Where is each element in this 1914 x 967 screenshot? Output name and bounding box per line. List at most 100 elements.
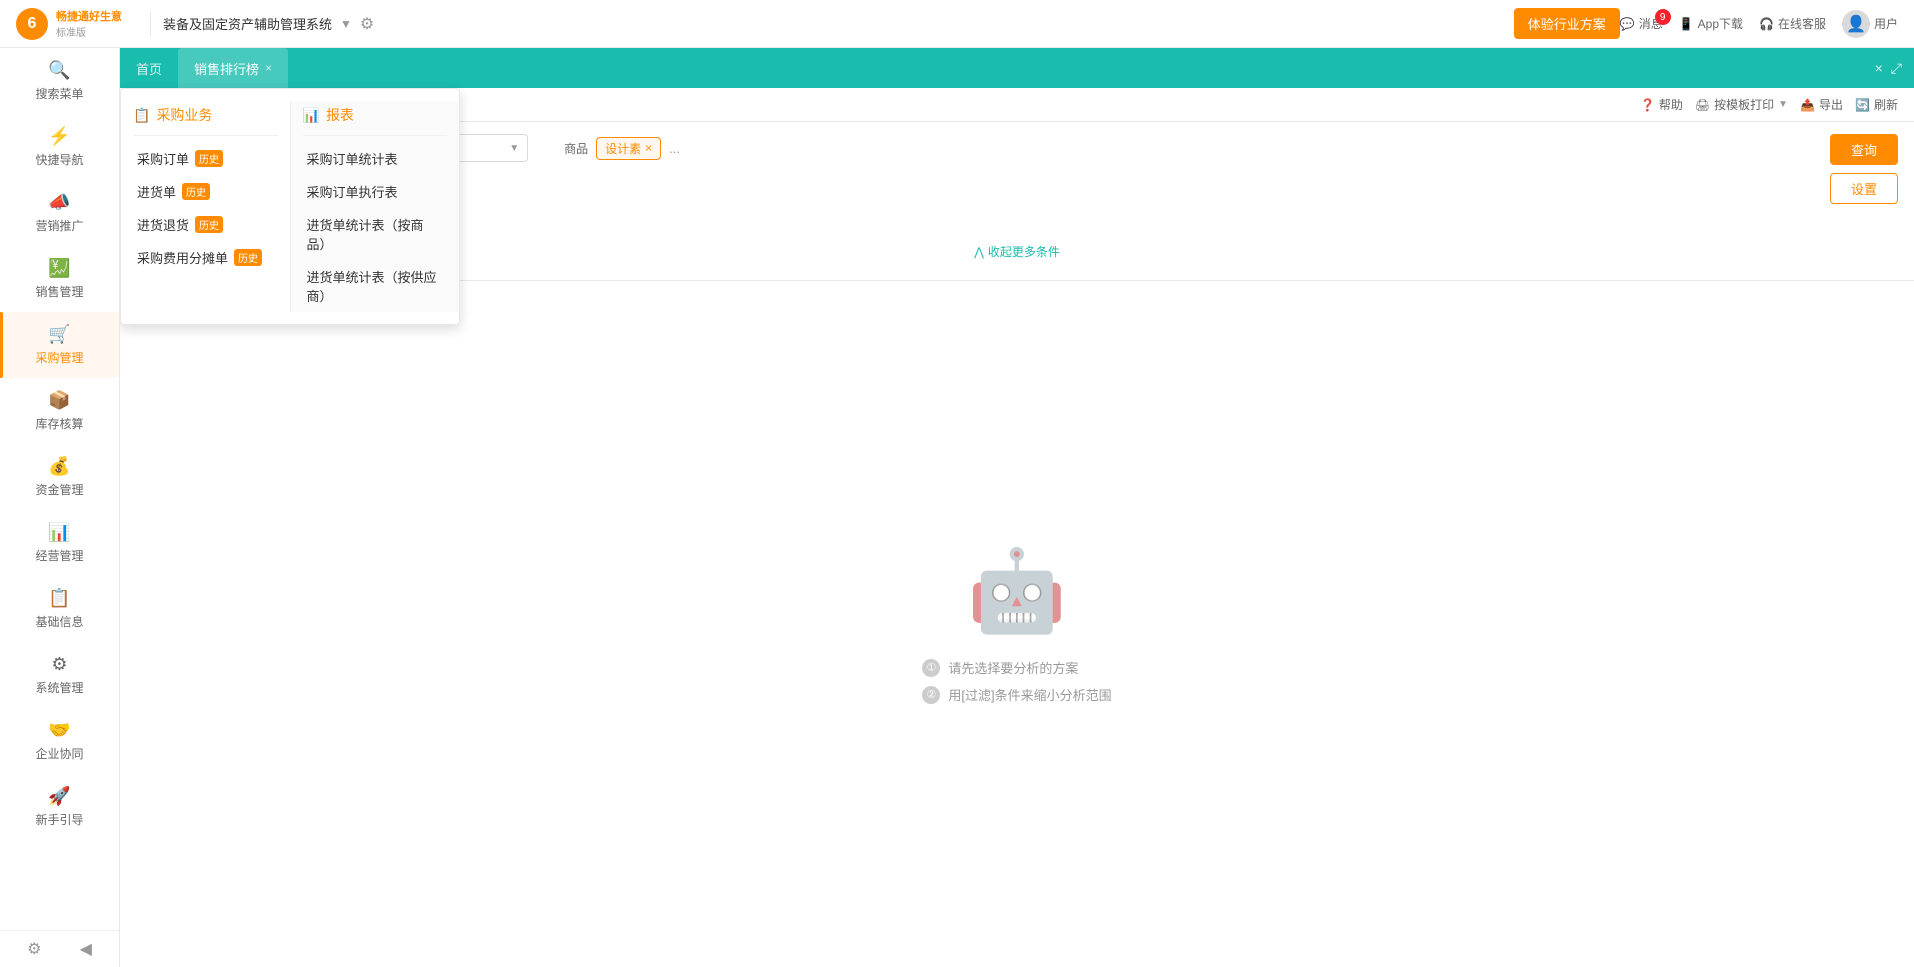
history-badge-3[interactable]: 历史 bbox=[195, 216, 223, 233]
online-service-btn[interactable]: 🎧 在线客服 bbox=[1759, 15, 1826, 32]
sidebar-item-marketing[interactable]: 📣 营销推广 bbox=[0, 180, 119, 246]
tab-expand-btn[interactable]: ⤢ bbox=[1891, 60, 1902, 77]
dropdown-col-business: 📋 采购业务 采购订单 历史 进货单 历史 bbox=[121, 101, 290, 312]
query-btn[interactable]: 查询 bbox=[1830, 134, 1898, 165]
tip-num-1: ① bbox=[922, 659, 940, 677]
business-title-icon: 📋 bbox=[133, 107, 150, 124]
system-title-area: 装备及固定资产辅助管理系统 ▼ ⚙ bbox=[163, 14, 1514, 34]
sidebar-item-sales[interactable]: 💹 销售管理 bbox=[0, 246, 119, 312]
sidebar-item-search[interactable]: 🔍 搜索菜单 bbox=[0, 48, 119, 114]
sales-icon: 💹 bbox=[48, 258, 70, 279]
dropdown-item-purchase-order[interactable]: 采购订单 历史 bbox=[133, 142, 278, 175]
message-badge: 9 bbox=[1655, 9, 1671, 25]
reports-title-icon: 📊 bbox=[303, 107, 320, 124]
dropdown-item-report-order-stat[interactable]: 采购订单统计表 bbox=[303, 142, 448, 175]
system-title-text: 装备及固定资产辅助管理系统 bbox=[163, 14, 332, 33]
title-dropdown-arrow[interactable]: ▼ bbox=[340, 17, 352, 31]
empty-tip-2: ② 用[过滤]条件来缩小分析范围 bbox=[922, 685, 1111, 704]
dropdown-item-report-supplier-stat[interactable]: 进货单统计表（按供应商） bbox=[303, 260, 448, 312]
inventory-icon: 📦 bbox=[48, 390, 70, 411]
settings-btn[interactable]: 设置 bbox=[1830, 173, 1898, 204]
user-avatar: 👤 bbox=[1842, 10, 1870, 38]
sidebar-item-guide[interactable]: 🚀 新手引导 bbox=[0, 774, 119, 840]
operations-icon: 📊 bbox=[48, 522, 70, 543]
funds-icon: 💰 bbox=[48, 456, 70, 477]
dropdown-item-return[interactable]: 进货退货 历史 bbox=[133, 208, 278, 241]
app-download-btn[interactable]: 📱 App下载 bbox=[1679, 15, 1743, 32]
sidebar-item-purchase[interactable]: 🛒 采购管理 bbox=[0, 312, 119, 378]
dropdown-item-expense[interactable]: 采购费用分摊单 历史 bbox=[133, 241, 278, 274]
empty-tip-1: ① 请先选择要分析的方案 bbox=[922, 658, 1111, 677]
tip-num-2: ② bbox=[922, 686, 940, 704]
logo-text: 畅捷通好生意 标准版 bbox=[56, 8, 122, 39]
marketing-icon: 📣 bbox=[48, 192, 70, 213]
system-icon: ⚙ bbox=[51, 654, 67, 675]
select-arrow-icon: ▼ bbox=[509, 143, 519, 154]
logo-area: 6 畅捷通好生意 标准版 bbox=[16, 8, 122, 40]
title-settings-icon[interactable]: ⚙ bbox=[360, 14, 374, 34]
app-container: 6 畅捷通好生意 标准版 装备及固定资产辅助管理系统 ▼ ⚙ 体验行业方案 💬 … bbox=[0, 0, 1914, 967]
phone-icon: 📱 bbox=[1679, 17, 1694, 31]
enterprise-icon: 🤝 bbox=[48, 720, 70, 741]
history-badge-2[interactable]: 历史 bbox=[182, 183, 210, 200]
sidebar-settings-btn[interactable]: ⚙ bbox=[27, 939, 41, 959]
tab-home[interactable]: 首页 bbox=[120, 48, 178, 88]
dropdown-col-reports-title: 📊 报表 bbox=[303, 101, 448, 136]
sidebar-item-inventory[interactable]: 📦 库存核算 bbox=[0, 378, 119, 444]
empty-state-icon: 🤖 bbox=[967, 544, 1067, 638]
message-btn[interactable]: 💬 消息 9 bbox=[1620, 15, 1663, 32]
export-icon: 📤 bbox=[1800, 98, 1815, 112]
dropdown-columns: 📋 采购业务 采购订单 历史 进货单 历史 bbox=[121, 101, 459, 312]
main-area: 🔍 搜索菜单 ⚡ 快捷导航 📣 营销推广 💹 销售管理 🛒 采购管理 📦 bbox=[0, 48, 1914, 967]
refresh-icon: 🔄 bbox=[1855, 98, 1870, 112]
industry-btn[interactable]: 体验行业方案 bbox=[1514, 8, 1620, 39]
export-btn[interactable]: 📤 导出 bbox=[1800, 96, 1843, 113]
active-bar bbox=[0, 312, 3, 378]
quick-nav-icon: ⚡ bbox=[48, 126, 70, 147]
purchase-icon: 🛒 bbox=[48, 324, 70, 345]
dropdown-col-reports: 📊 报表 采购订单统计表 采购订单执行表 进货单统计表（按商品） bbox=[291, 101, 460, 312]
dropdown-col-business-title: 📋 采购业务 bbox=[133, 101, 278, 136]
search-icon: 🔍 bbox=[48, 60, 70, 81]
goods-filter: 商品 设计素 × ... bbox=[564, 137, 680, 160]
history-badge-4[interactable]: 历史 bbox=[234, 249, 262, 266]
logo-icon: 6 bbox=[16, 8, 48, 40]
tab-close-btn[interactable]: × bbox=[265, 61, 272, 75]
purchase-dropdown-menu: 📋 采购业务 采购订单 历史 进货单 历史 bbox=[120, 88, 460, 325]
print-btn[interactable]: 🖨 按模板打印 ▼ bbox=[1695, 96, 1788, 113]
help-icon: ❓ bbox=[1640, 98, 1655, 112]
user-avatar-btn[interactable]: 👤 用户 bbox=[1842, 10, 1898, 38]
sidebar-collapse-btn[interactable]: ◀ bbox=[80, 939, 92, 959]
dropdown-item-report-goods-stat[interactable]: 进货单统计表（按商品） bbox=[303, 208, 448, 260]
tab-close-window-btn[interactable]: × bbox=[1875, 60, 1883, 76]
collapse-up-icon: ⋀ bbox=[974, 245, 984, 259]
collapse-btn[interactable]: ⋀ 收起更多条件 bbox=[974, 235, 1060, 268]
empty-state: 🤖 ① 请先选择要分析的方案 ② 用[过滤]条件来缩小分析范围 bbox=[120, 281, 1914, 967]
help-btn[interactable]: ❓ 帮助 bbox=[1640, 96, 1683, 113]
sidebar-item-system[interactable]: ⚙ 系统管理 bbox=[0, 642, 119, 708]
sidebar: 🔍 搜索菜单 ⚡ 快捷导航 📣 营销推广 💹 销售管理 🛒 采购管理 📦 bbox=[0, 48, 120, 967]
sidebar-item-basic-info[interactable]: 📋 基础信息 bbox=[0, 576, 119, 642]
sidebar-item-operations[interactable]: 📊 经营管理 bbox=[0, 510, 119, 576]
empty-tips: ① 请先选择要分析的方案 ② 用[过滤]条件来缩小分析范围 bbox=[922, 658, 1111, 704]
goods-tag-close-btn[interactable]: × bbox=[645, 141, 652, 155]
message-icon: 💬 bbox=[1620, 17, 1635, 31]
top-divider bbox=[150, 12, 151, 36]
guide-icon: 🚀 bbox=[48, 786, 70, 807]
content-area: 首页 销售排行榜 × × ⤢ 📋 采购业务 bbox=[120, 48, 1914, 967]
goods-dots-btn[interactable]: ... bbox=[669, 141, 680, 156]
action-btn-group: 查询 设置 bbox=[1830, 134, 1898, 204]
print-arrow-icon[interactable]: ▼ bbox=[1778, 99, 1788, 110]
dropdown-item-report-order-exec[interactable]: 采购订单执行表 bbox=[303, 175, 448, 208]
dropdown-item-goods-in[interactable]: 进货单 历史 bbox=[133, 175, 278, 208]
tab-sales-rank[interactable]: 销售排行榜 × bbox=[178, 48, 288, 88]
basic-info-icon: 📋 bbox=[48, 588, 70, 609]
sidebar-item-funds[interactable]: 💰 资金管理 bbox=[0, 444, 119, 510]
print-icon: 🖨 bbox=[1695, 98, 1710, 112]
history-badge-1[interactable]: 历史 bbox=[195, 150, 223, 167]
empty-state-content: 🤖 ① 请先选择要分析的方案 ② 用[过滤]条件来缩小分析范围 bbox=[922, 544, 1111, 704]
refresh-btn[interactable]: 🔄 刷新 bbox=[1855, 96, 1898, 113]
sidebar-item-enterprise[interactable]: 🤝 企业协同 bbox=[0, 708, 119, 774]
sidebar-item-quick-nav[interactable]: ⚡ 快捷导航 bbox=[0, 114, 119, 180]
tab-bar: 首页 销售排行榜 × × ⤢ 📋 采购业务 bbox=[120, 48, 1914, 88]
